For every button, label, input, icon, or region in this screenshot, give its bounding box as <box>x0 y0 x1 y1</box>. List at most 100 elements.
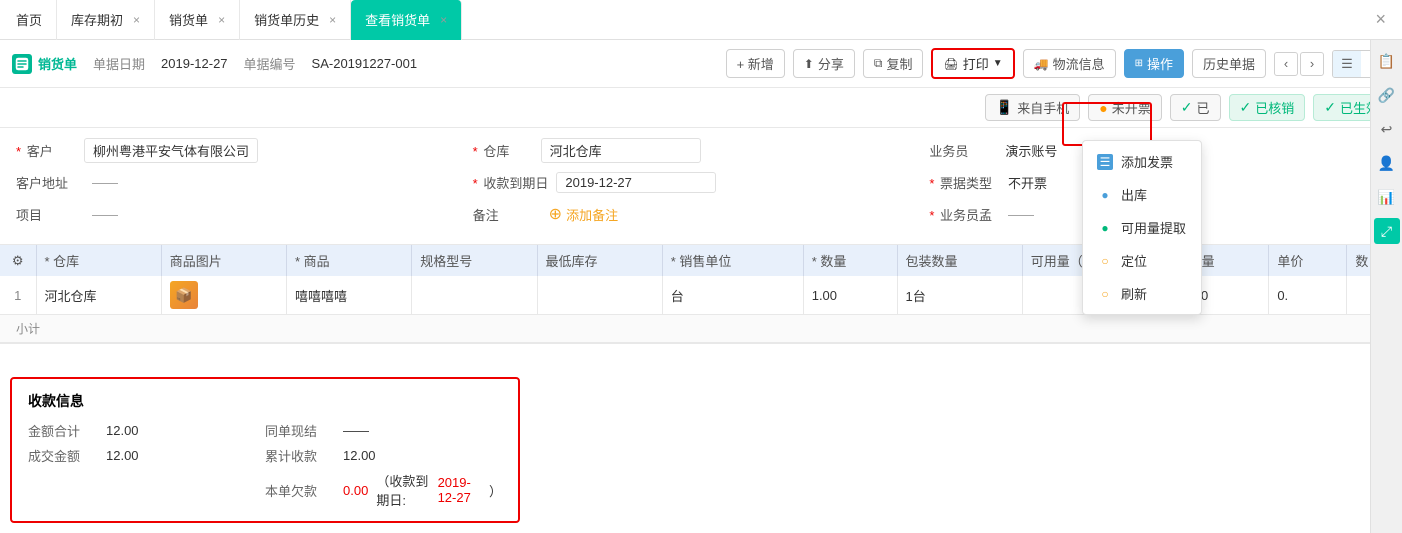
col-spec: 规格型号 <box>412 245 537 276</box>
cumulative-row: 累计收款 12.00 <box>265 446 502 465</box>
not-open-btn[interactable]: ● 未开票 <box>1088 94 1161 121</box>
product-thumbnail: 📦 <box>170 281 198 309</box>
refresh-icon: ○ <box>1097 286 1113 302</box>
refresh-label: 刷新 <box>1121 284 1147 303</box>
col-unit: * 销售单位 <box>662 245 803 276</box>
sidebar-user-icon[interactable]: 👤 <box>1374 150 1400 176</box>
doc-type-label: 销货单 <box>38 54 77 73</box>
dropdown-locate[interactable]: ○ 定位 <box>1083 244 1201 277</box>
project-value: —— <box>84 205 126 224</box>
tab-bar: 首页 库存期初 × 销货单 × 销货单历史 × 查看销货单 × × <box>0 0 1402 40</box>
customer-value[interactable]: 柳州粤港平安气体有限公司 <box>84 138 258 163</box>
cell-spec <box>412 276 537 315</box>
col-unit-price: 单价 <box>1269 245 1347 276</box>
staff2-label: * 业务员孟 <box>929 205 992 224</box>
address-field: 客户地址 —— <box>16 173 473 192</box>
cell-unit-price: 0. <box>1269 276 1347 315</box>
already-cancelled-badge: ✓ 已核销 <box>1229 94 1306 121</box>
payment-date-field: * 收款到期日 2019-12-27 <box>473 172 930 193</box>
note-label: 备注 <box>473 205 533 224</box>
dropdown-available-qty[interactable]: ● 可用量提取 <box>1083 211 1201 244</box>
subtotal-label: 小计 <box>0 315 1402 343</box>
sidebar-doc-icon[interactable]: 📋 <box>1374 48 1400 74</box>
total-amount-label: 金额合计 <box>28 421 98 440</box>
locate-icon: ○ <box>1097 253 1113 269</box>
doc-header: 销货单 单据日期 2019-12-27 单据编号 SA-20191227-001… <box>0 40 1402 88</box>
arrears-date: 2019-12-27 <box>438 475 481 505</box>
available-qty-icon: ● <box>1097 220 1113 236</box>
sidebar-link-icon[interactable]: 🔗 <box>1374 82 1400 108</box>
dropdown-add-invoice[interactable]: ☰ 添加发票 <box>1083 145 1201 178</box>
close-all-tabs[interactable]: × <box>1367 9 1394 30</box>
doc-actions: + 新增 ⬆ 分享 ⧉ 复制 🖨 打印 ▼ 🚚 物流信息 <box>726 48 1390 79</box>
staff-value: 演示账号 <box>997 139 1065 162</box>
copy-button[interactable]: ⧉ 复制 <box>863 49 924 78</box>
tab-inventory-init[interactable]: 库存期初 × <box>57 0 155 40</box>
arrears-label: 本单欠款 <box>265 481 335 500</box>
tab-view-sales-close[interactable]: × <box>440 13 447 27</box>
transaction-row: 成交金额 12.00 <box>28 446 265 465</box>
cell-product: 嘻嘻嘻嘻 <box>287 276 412 315</box>
col-min-stock: 最低库存 <box>537 245 662 276</box>
doc-title-icon <box>12 54 32 74</box>
cell-package: 1台 <box>897 276 1022 315</box>
col-product: * 商品 <box>287 245 412 276</box>
sidebar-expand-icon[interactable]: ⤢ <box>1374 218 1400 244</box>
total-amount-value: 12.00 <box>106 423 139 438</box>
tab-view-sales[interactable]: 查看销货单 × <box>351 0 462 40</box>
main-content: 销货单 单据日期 2019-12-27 单据编号 SA-20191227-001… <box>0 40 1402 533</box>
confirm-btn[interactable]: ✓ 已 <box>1170 94 1221 121</box>
number-label: 单据编号 <box>244 54 296 73</box>
tab-home[interactable]: 首页 <box>8 0 57 40</box>
address-label: 客户地址 <box>16 173 76 192</box>
next-arrow[interactable]: › <box>1300 52 1324 76</box>
ticket-value: 不开票 <box>1000 171 1055 194</box>
tab-sales-history[interactable]: 销货单历史 × <box>240 0 351 40</box>
operate-button[interactable]: ⊞ 操作 <box>1124 49 1184 78</box>
warehouse-field: * 仓库 河北仓库 <box>473 138 930 163</box>
payment-date-value[interactable]: 2019-12-27 <box>556 172 716 193</box>
cell-warehouse: 河北仓库 <box>36 276 161 315</box>
tab-sales-order-label: 销货单 <box>169 10 208 29</box>
arrears-value: 0.00 <box>343 483 368 498</box>
status-row: 📱 来自手机 ● 未开票 ✓ 已 ✓ 已核销 ✓ 已生效 <box>0 88 1402 128</box>
same-order-label: 同单现结 <box>265 421 335 440</box>
col-settings[interactable]: ⚙ <box>0 245 36 276</box>
tab-view-sales-label: 查看销货单 <box>365 10 430 29</box>
available-qty-label: 可用量提取 <box>1121 218 1186 237</box>
col-quantity: * 数量 <box>803 245 897 276</box>
subtotal-row: 小计 <box>0 315 1402 343</box>
share-button[interactable]: ⬆ 分享 <box>793 49 855 78</box>
sidebar-chart-icon[interactable]: 📊 <box>1374 184 1400 210</box>
warehouse-value[interactable]: 河北仓库 <box>541 138 701 163</box>
prev-arrow[interactable]: ‹ <box>1274 52 1298 76</box>
history-button[interactable]: 历史单据 <box>1192 49 1266 78</box>
outbound-icon: ● <box>1097 187 1113 203</box>
from-phone-btn[interactable]: 📱 来自手机 <box>985 94 1080 121</box>
sidebar-return-icon[interactable]: ↩ <box>1374 116 1400 142</box>
list-view-btn[interactable]: ☰ <box>1333 51 1361 77</box>
dropdown-outbound[interactable]: ● 出库 <box>1083 178 1201 211</box>
col-image: 商品图片 <box>161 245 286 276</box>
logistics-button[interactable]: 🚚 物流信息 <box>1023 49 1116 78</box>
tab-sales-order-close[interactable]: × <box>218 13 225 27</box>
tab-inventory-label: 库存期初 <box>71 10 123 29</box>
address-value: —— <box>84 173 126 192</box>
tab-inventory-close[interactable]: × <box>133 13 140 27</box>
print-button[interactable]: 🖨 打印 ▼ <box>931 48 1014 79</box>
cell-quantity: 1.00 <box>803 276 897 315</box>
add-note-btn[interactable]: ⊕ 添加备注 <box>541 202 626 226</box>
col-warehouse: * 仓库 <box>36 245 161 276</box>
add-invoice-icon: ☰ <box>1097 154 1113 170</box>
total-amount-row: 金额合计 12.00 <box>28 421 265 440</box>
tab-sales-history-close[interactable]: × <box>329 13 336 27</box>
doc-title: 销货单 <box>12 54 77 74</box>
locate-label: 定位 <box>1121 251 1147 270</box>
new-button[interactable]: + 新增 <box>726 49 785 78</box>
tab-sales-order[interactable]: 销货单 × <box>155 0 240 40</box>
same-order-value: —— <box>343 423 369 438</box>
cumulative-label: 累计收款 <box>265 446 335 465</box>
nav-arrows: ‹ › <box>1274 52 1324 76</box>
transaction-label: 成交金额 <box>28 446 98 465</box>
dropdown-refresh[interactable]: ○ 刷新 <box>1083 277 1201 310</box>
